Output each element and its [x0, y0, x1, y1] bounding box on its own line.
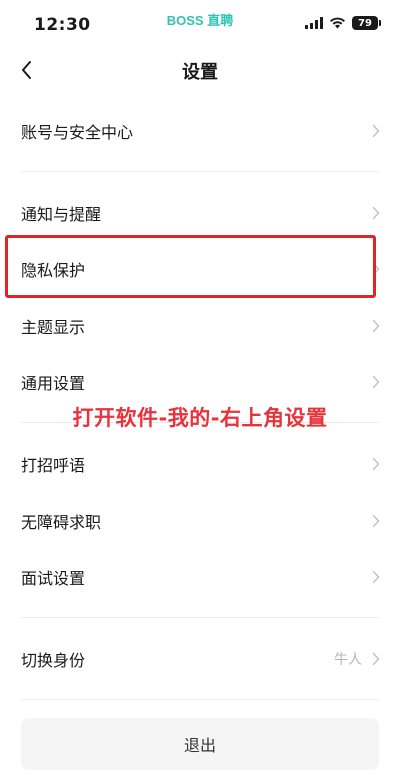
menu-item-label: 面试设置	[21, 569, 86, 588]
logout-button[interactable]: 退出	[21, 718, 379, 770]
menu-item-label: 主题显示	[21, 318, 86, 337]
menu-item-greeting[interactable]: 打招呼语	[0, 436, 400, 492]
chevron-right-icon	[372, 262, 380, 276]
menu-item-label: 账号与安全中心	[21, 123, 134, 142]
nav-bar: 设置	[0, 48, 400, 92]
menu-item-label: 隐私保护	[21, 261, 86, 280]
wifi-icon	[330, 17, 345, 29]
annotation-text: 打开软件-我的-右上角设置	[72, 406, 328, 430]
battery-level: 79	[358, 17, 372, 29]
divider	[21, 617, 379, 618]
menu-item-label: 打招呼语	[21, 456, 86, 475]
chevron-right-icon	[372, 652, 380, 666]
current-identity-value: 牛人	[334, 652, 362, 668]
menu-item-label: 通用设置	[21, 374, 86, 393]
menu-item-label: 无障碍求职	[21, 513, 102, 532]
menu-item-label: 通知与提醒	[21, 205, 102, 224]
menu-item-interview-settings[interactable]: 面试设置	[0, 549, 400, 605]
menu-item-notifications[interactable]: 通知与提醒	[0, 185, 400, 241]
chevron-right-icon	[372, 375, 380, 389]
menu-item-theme-display[interactable]: 主题显示	[0, 298, 400, 354]
chevron-right-icon	[372, 319, 380, 333]
divider	[21, 171, 379, 172]
divider	[21, 699, 379, 700]
chevron-right-icon	[372, 570, 380, 584]
menu-item-accessible-job[interactable]: 无障碍求职	[0, 493, 400, 549]
status-icons: 79	[305, 16, 381, 30]
menu-item-privacy[interactable]: 隐私保护	[0, 241, 400, 297]
signal-icon	[305, 17, 323, 29]
menu-item-switch-identity[interactable]: 切换身份 牛人	[0, 631, 400, 687]
menu-item-label: 切换身份	[21, 651, 86, 670]
chevron-right-icon	[372, 514, 380, 528]
status-bar: 12:30 BOSS 直聘 79	[0, 0, 400, 48]
menu-item-account-security[interactable]: 账号与安全中心	[0, 103, 400, 159]
logout-label: 退出	[183, 736, 216, 755]
chevron-right-icon	[372, 206, 380, 220]
page-title: 设置	[182, 62, 218, 83]
chevron-right-icon	[372, 457, 380, 471]
battery-icon: 79	[352, 16, 381, 30]
chevron-right-icon	[372, 124, 380, 138]
